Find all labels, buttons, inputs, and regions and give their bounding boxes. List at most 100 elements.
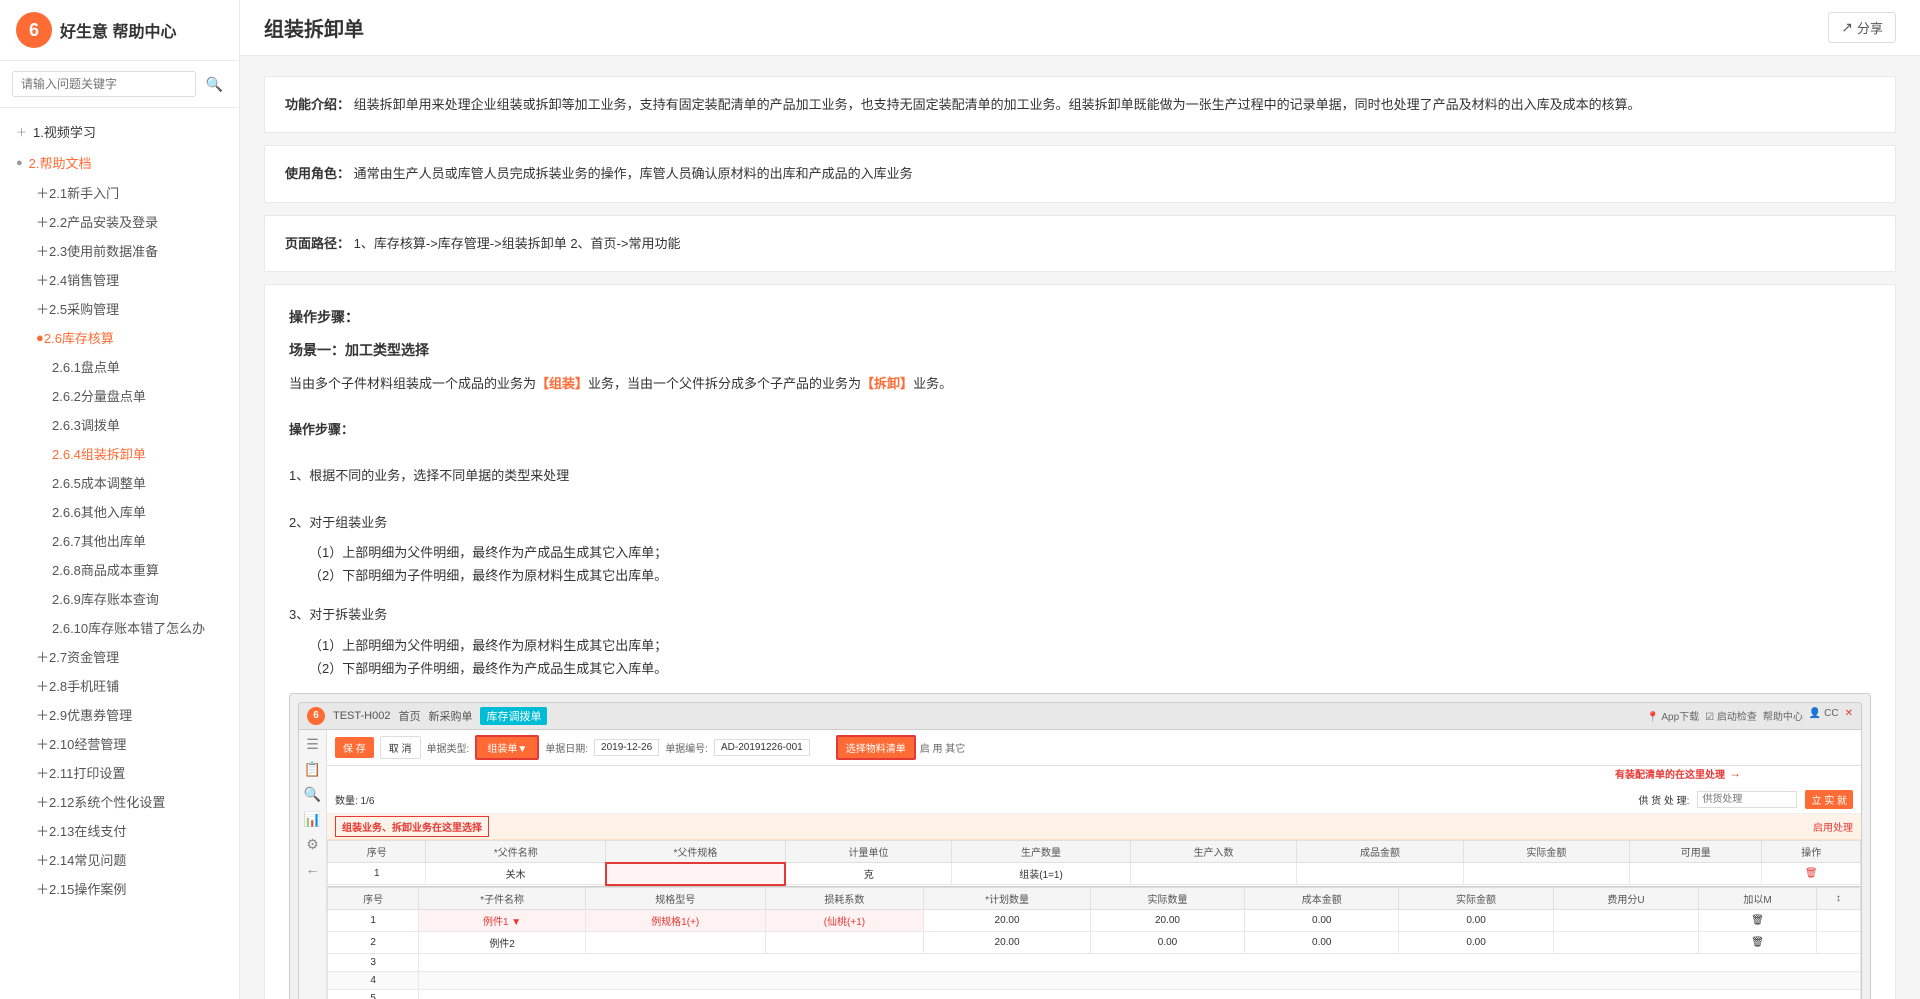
toggle-icon: ＋ [36, 821, 49, 840]
mock-nav2: 新采购单 [428, 708, 472, 724]
sidebar-item-docs[interactable]: ● 2.帮助文档 [0, 147, 239, 178]
sidebar-label-docs: 2.帮助文档 [29, 153, 92, 172]
path-label: 页面路径： [285, 236, 350, 251]
step3: 3、对于拆装业务 [289, 603, 1871, 626]
mock-date-val: 2019-12-26 [594, 739, 659, 756]
mock-assembly-type-btn[interactable]: 组装单▼ [475, 735, 539, 760]
sidebar-item-faq[interactable]: ＋ 2.14常见问题 [0, 845, 239, 874]
sidebar-item-ledger-query[interactable]: 2.6.9库存账本查询 [0, 584, 239, 613]
sidebar: 6 好生意 帮助中心 🔍 ＋ 1.视频学习 ● 2.帮助文档 ＋ 2.1新手入门… [0, 0, 240, 999]
role-text: 通常由生产人员或库管人员完成拆装业务的操作，库管人员确认原材料的出库和产成品的入… [354, 166, 913, 181]
search-button[interactable]: 🔍 [202, 74, 227, 95]
sidebar-item-cost-adj[interactable]: 2.6.5成本调整单 [0, 468, 239, 497]
annotation3-text: 启用处理 [1813, 819, 1853, 834]
toggle-icon: ＋ [36, 647, 49, 666]
intro-label: 功能介绍： [285, 97, 350, 112]
role-card: 使用角色： 通常由生产人员或库管人员完成拆装业务的操作，库管人员确认原材料的出库… [264, 145, 1896, 202]
sidebar-item-print[interactable]: ＋ 2.11打印设置 [0, 758, 239, 787]
ops-title: 操作步骤： [289, 305, 1871, 330]
sidebar-item-install[interactable]: ＋ 2.2产品安装及登录 [0, 207, 239, 236]
mock-save-btn[interactable]: 保 存 [335, 737, 374, 758]
toggle-icon: ＋ [36, 183, 49, 202]
mock-confirm-btn[interactable]: 立 实 就 [1805, 790, 1853, 809]
scenario1-desc: 当由多个子件材料组装成一个成品的业务为【组装】业务，当由一个父件拆分成多个子产品… [289, 372, 1871, 395]
sidebar-item-inventory[interactable]: ● 2.6库存核算 [0, 323, 239, 352]
scenario1-title: 场景一：加工类型选择 [289, 338, 1871, 363]
search-input[interactable] [12, 71, 196, 97]
sidebar-item-ops[interactable]: ＋ 2.10经营管理 [0, 729, 239, 758]
sidebar-item-video[interactable]: ＋ 1.视频学习 [0, 116, 239, 147]
sidebar-item-data[interactable]: ＋ 2.3使用前数据准备 [0, 236, 239, 265]
toggle-icon: ＋ [36, 212, 49, 231]
sidebar-item-mobile[interactable]: ＋ 2.8手机旺铺 [0, 671, 239, 700]
mock-logo: 6 [307, 707, 325, 725]
sidebar-item-assembly[interactable]: 2.6.4组装拆卸单 [0, 439, 239, 468]
mock-supplier-input[interactable] [1697, 791, 1797, 808]
screenshot-mockup: 6 TEST-H002 首页 新采购单 库存调拨单 📍 App下载 ☑ 启动检查… [289, 693, 1871, 999]
mock-date-label: 单据日期: [545, 740, 588, 755]
step2-list: （1）上部明细为父件明细，最终作为产成品生成其它入库单； （2）下部明细为子件明… [289, 542, 1871, 584]
mock-supplier-label: 供 货 处 理: [1638, 792, 1689, 807]
sidebar-label-video: 1.视频学习 [33, 122, 96, 141]
role-label: 使用角色： [285, 166, 350, 181]
toggle-icon: ＋ [36, 676, 49, 695]
sidebar-item-newbie[interactable]: ＋ 2.1新手入门 [0, 178, 239, 207]
mock-nav1: 首页 [398, 708, 420, 724]
mock-annotation1-area: 选择物料清单 启 用 其它 [836, 735, 966, 760]
step2b: （2）下部明细为子件明细，最终作为原材料生成其它出库单。 [309, 565, 1871, 584]
logo-text: 好生意 帮助中心 [60, 18, 176, 42]
sidebar-item-other-out[interactable]: 2.6.7其他出库单 [0, 526, 239, 555]
mock-bom-btn[interactable]: 选择物料清单 [836, 735, 916, 760]
toggle-icon: ＋ [36, 705, 49, 724]
toggle-icon: ＋ [36, 734, 49, 753]
step2: 2、对于组装业务 [289, 511, 1871, 534]
mock-btn-more: 启 用 其它 [920, 740, 966, 755]
sidebar-item-partial-stock[interactable]: 2.6.2分量盘点单 [0, 381, 239, 410]
sidebar-item-cases[interactable]: ＋ 2.15操作案例 [0, 874, 239, 903]
toggle-icon: ＋ [36, 299, 49, 318]
sidebar-item-coupon[interactable]: ＋ 2.9优惠券管理 [0, 700, 239, 729]
intro-card: 功能介绍： 组装拆卸单用来处理企业组装或拆卸等加工业务，支持有固定装配清单的产品… [264, 76, 1896, 133]
mock-field-row: 数量: 1/6 供 货 处 理: 立 实 就 [327, 786, 1861, 814]
step2a: （1）上部明细为父件明细，最终作为产成品生成其它入库单； [309, 542, 1871, 561]
path-card: 页面路径： 1、库存核算->库存管理->组装拆卸单 2、首页->常用功能 [264, 215, 1896, 272]
share-label: 分享 [1857, 18, 1883, 37]
intro-text: 组装拆卸单用来处理企业组装或拆卸等加工业务，支持有固定装配清单的产品加工业务，也… [354, 97, 1641, 112]
sidebar-item-transfer[interactable]: 2.6.3调拨单 [0, 410, 239, 439]
toggle-icon: ＋ [36, 270, 49, 289]
mock-titlebar-id: TEST-H002 [333, 710, 390, 722]
mock-qty-label: 数量: 1/6 [335, 792, 374, 807]
sidebar-item-purchase[interactable]: ＋ 2.5采购管理 [0, 294, 239, 323]
step3b: （2）下部明细为子件明细，最终作为产成品生成其它入库单。 [309, 658, 1871, 677]
mock-topright: 📍 App下载 ☑ 启动检查 帮助中心 👤 CC ✕ [1647, 708, 1853, 723]
step3-list: （1）上部明细为父件明细，最终作为原材料生成其它出库单； （2）下部明细为子件明… [289, 635, 1871, 677]
mock-lower-table: 序号 *子件名称 规格型号 损耗系数 *计划数量 实际数量 成本金额 实际金额 [327, 887, 1861, 999]
mock-annot1-row: 有装配清单的在这里处理 → [327, 766, 1861, 786]
mock-no-val: AD-20191226-001 [714, 739, 810, 756]
mock-active-nav: 库存调拨单 [480, 707, 547, 725]
toggle-icon: ● [16, 157, 23, 169]
step1: 1、根据不同的业务，选择不同单据的类型来处理 [289, 464, 1871, 487]
sidebar-item-other-in[interactable]: 2.6.6其他入库单 [0, 497, 239, 526]
mock-upper-table: 序号 *父件名称 *父件规格 计量单位 生产数量 生产入数 成品金额 实际金额 [327, 840, 1861, 887]
nav-tree: ＋ 1.视频学习 ● 2.帮助文档 ＋ 2.1新手入门 ＋ 2.2产品安装及登录… [0, 108, 239, 999]
mock-toolbar: 保 存 取 消 单据类型: 组装单▼ 单据日期: 2019-12-26 单据编号… [327, 730, 1861, 766]
step3a: （1）上部明细为父件明细，最终作为原材料生成其它出库单； [309, 635, 1871, 654]
sidebar-item-payment[interactable]: ＋ 2.13在线支付 [0, 816, 239, 845]
mock-cancel-btn[interactable]: 取 消 [380, 736, 421, 759]
share-button[interactable]: ↗ 分享 [1828, 12, 1896, 43]
mock-iconbar: ☰📋🔍📊⚙← [299, 730, 327, 999]
sidebar-item-customize[interactable]: ＋ 2.12系统个性化设置 [0, 787, 239, 816]
sidebar-item-sales[interactable]: ＋ 2.4销售管理 [0, 265, 239, 294]
sidebar-item-finance[interactable]: ＋ 2.7资金管理 [0, 642, 239, 671]
sidebar-item-cost-recalc[interactable]: 2.6.8商品成本重算 [0, 555, 239, 584]
mock-annot2-row: 组装业务、拆卸业务在这里选择 启用处理 [327, 814, 1861, 840]
toggle-icon: ＋ [16, 124, 27, 140]
sidebar-item-stocktake[interactable]: 2.6.1盘点单 [0, 352, 239, 381]
annotation1-text: 有装配清单的在这里处理 [1615, 766, 1725, 781]
toggle-icon: ＋ [36, 879, 49, 898]
ops-steps-title: 操作步骤： [289, 418, 1871, 441]
content-area: 功能介绍： 组装拆卸单用来处理企业组装或拆卸等加工业务，支持有固定装配清单的产品… [240, 56, 1920, 999]
sidebar-item-ledger-fix[interactable]: 2.6.10库存账本错了怎么办 [0, 613, 239, 642]
mock-no-label: 单据编号: [665, 740, 708, 755]
